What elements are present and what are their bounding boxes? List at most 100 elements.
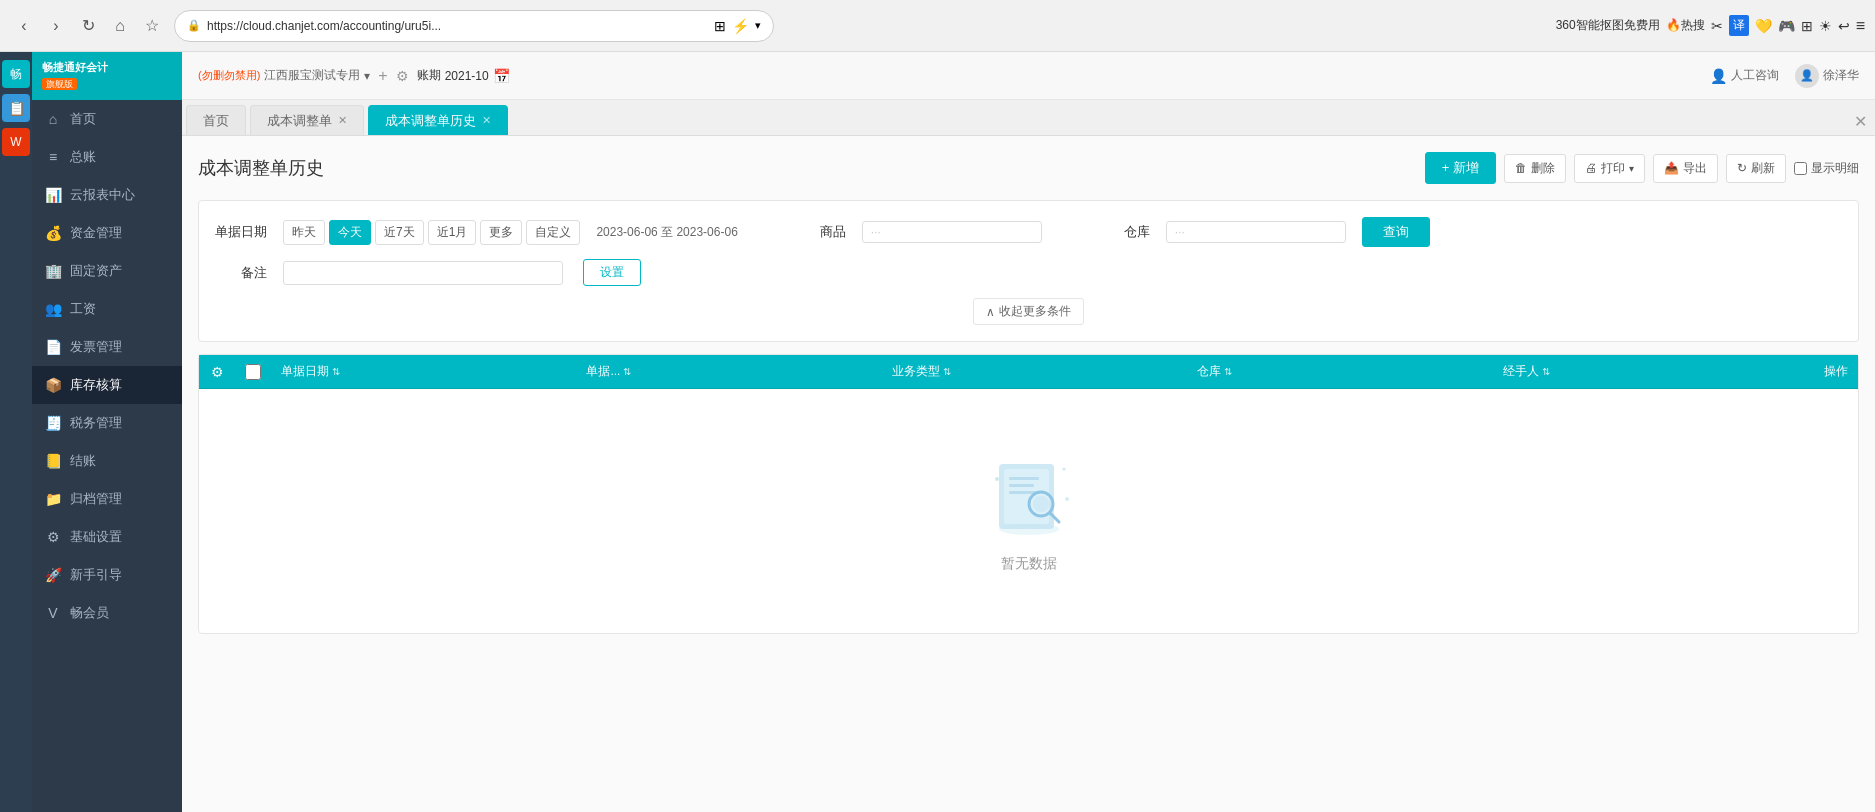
sidebar-item-tax[interactable]: 🧾 税务管理 [32, 404, 182, 442]
iconbar-item-2[interactable]: 📋 [2, 94, 30, 122]
tab-cost-adjustment[interactable]: 成本调整单 ✕ [250, 105, 364, 135]
empty-svg [979, 449, 1079, 539]
warehouse-filter-dots: ··· [1175, 225, 1185, 239]
sidebar-label-tax: 税务管理 [70, 414, 122, 432]
table-settings-icon[interactable]: ⚙ [207, 359, 227, 385]
company-warning: (勿删勿禁用) [198, 68, 260, 83]
goods-filter-input[interactable]: ··· [862, 221, 1042, 243]
delete-button[interactable]: 🗑 删除 [1504, 154, 1566, 183]
filter-area: 单据日期 昨天 今天 近7天 近1月 更多 自定义 2023-06-06 至 2… [198, 200, 1859, 342]
inventory-icon: 📦 [44, 377, 62, 393]
address-bar[interactable]: 🔒 https://cloud.chanjet.com/accounting/u… [174, 10, 774, 42]
lightning-icon: ⚡ [732, 18, 749, 34]
brightness-icon: ☀ [1819, 18, 1832, 34]
date-btn-7days[interactable]: 近7天 [375, 220, 424, 245]
sidebar-badge: 旗舰版 [42, 78, 77, 90]
search-button[interactable]: 查询 [1362, 217, 1430, 247]
show-cols-checkbox[interactable] [1794, 162, 1807, 175]
add-company-btn[interactable]: + [378, 67, 387, 85]
date-btn-today[interactable]: 今天 [329, 220, 371, 245]
svg-point-7 [1033, 496, 1049, 512]
sidebar-item-settings[interactable]: ⚙ 基础设置 [32, 518, 182, 556]
salary-icon: 👥 [44, 301, 62, 317]
user-profile-btn[interactable]: 👤 徐泽华 [1795, 64, 1859, 88]
th-actions-label: 操作 [1824, 363, 1848, 380]
th-doc-no-sort-icon: ⇅ [623, 366, 631, 377]
cut-icon: ✂ [1711, 18, 1723, 34]
archive-icon: 📁 [44, 491, 62, 507]
sidebar-item-invoice[interactable]: 📄 发票管理 [32, 328, 182, 366]
settings-btn[interactable]: 设置 [583, 259, 641, 286]
sidebar-label-fund: 资金管理 [70, 224, 122, 242]
settings-gear-icon[interactable]: ⚙ [396, 68, 409, 84]
remark-filter-label: 备注 [215, 264, 267, 282]
sidebar-item-salary[interactable]: 👥 工资 [32, 290, 182, 328]
sidebar-label-invoice: 发票管理 [70, 338, 122, 356]
collapse-button[interactable]: ∧ 收起更多条件 [973, 298, 1084, 325]
filter-row-remark: 备注 设置 [215, 259, 1842, 286]
sidebar-label-archive: 归档管理 [70, 490, 122, 508]
refresh-icon: ↻ [1737, 161, 1747, 175]
iconbar-item-3[interactable]: W [2, 128, 30, 156]
tab-cost-adjustment-history-close-icon[interactable]: ✕ [482, 114, 491, 127]
tab-cost-adjustment-history[interactable]: 成本调整单历史 ✕ [368, 105, 508, 135]
th-biz-type[interactable]: 业务类型 ⇅ [882, 355, 1187, 388]
refresh-button[interactable]: ↻ [74, 12, 102, 40]
date-btn-yesterday[interactable]: 昨天 [283, 220, 325, 245]
collapse-label: 收起更多条件 [999, 303, 1071, 320]
search-text: 360智能抠图免费用 [1556, 17, 1660, 34]
date-btn-1month[interactable]: 近1月 [428, 220, 477, 245]
sidebar-label-salary: 工资 [70, 300, 96, 318]
sidebar-item-guide[interactable]: 🚀 新手引导 [32, 556, 182, 594]
user-service-icon: 👤 [1710, 68, 1727, 84]
star-button[interactable]: ☆ [138, 12, 166, 40]
close-all-btn[interactable]: ✕ [1854, 112, 1867, 135]
print-label: 打印 [1601, 160, 1625, 177]
th-date[interactable]: 单据日期 ⇅ [271, 355, 576, 388]
sidebar-item-ledger[interactable]: ≡ 总账 [32, 138, 182, 176]
topbar: (勿删勿禁用) 江西服宝测试专用 ▾ + ⚙ 账期 2021-10 📅 👤 人工… [182, 52, 1875, 100]
sidebar-item-inventory[interactable]: 📦 库存核算 [32, 366, 182, 404]
th-handler[interactable]: 经手人 ⇅ [1493, 355, 1798, 388]
browser-chrome: ‹ › ↻ ⌂ ☆ 🔒 https://cloud.chanjet.com/ac… [0, 0, 1875, 52]
sidebar-item-assets[interactable]: 🏢 固定资产 [32, 252, 182, 290]
th-doc-no[interactable]: 单据... ⇅ [576, 355, 881, 388]
sidebar-item-fund[interactable]: 💰 资金管理 [32, 214, 182, 252]
logo-text-line1: 畅捷通好会计 [42, 61, 108, 74]
back-button[interactable]: ‹ [10, 12, 38, 40]
tab-cost-adjustment-history-label: 成本调整单历史 [385, 112, 476, 130]
sidebar-item-home[interactable]: ⌂ 首页 [32, 100, 182, 138]
sidebar-item-closing[interactable]: 📒 结账 [32, 442, 182, 480]
new-button[interactable]: + 新增 [1425, 152, 1496, 184]
ledger-icon: ≡ [44, 149, 62, 165]
warehouse-filter-input[interactable]: ··· [1166, 221, 1346, 243]
iconbar-item-1[interactable]: 畅 [2, 60, 30, 88]
print-button[interactable]: 🖨 打印 ▾ [1574, 154, 1645, 183]
table-container: ⚙ 单据日期 ⇅ 单据... ⇅ 业务类型 ⇅ [198, 354, 1859, 634]
show-cols-checkbox-area[interactable]: 显示明细 [1794, 160, 1859, 177]
show-cols-label: 显示明细 [1811, 160, 1859, 177]
sidebar-item-vip[interactable]: V 畅会员 [32, 594, 182, 632]
delete-label: 删除 [1531, 160, 1555, 177]
sidebar-item-archive[interactable]: 📁 归档管理 [32, 480, 182, 518]
tab-home[interactable]: 首页 [186, 105, 246, 135]
user-service-btn[interactable]: 👤 人工咨询 [1710, 67, 1779, 84]
th-warehouse[interactable]: 仓库 ⇅ [1187, 355, 1492, 388]
th-handler-sort-icon: ⇅ [1542, 366, 1550, 377]
date-btn-more[interactable]: 更多 [480, 220, 522, 245]
home-button[interactable]: ⌂ [106, 12, 134, 40]
translate-icon: 译 [1729, 15, 1749, 36]
table-select-all-checkbox[interactable] [245, 364, 261, 380]
delete-icon: 🗑 [1515, 161, 1527, 175]
company-selector[interactable]: (勿删勿禁用) 江西服宝测试专用 ▾ [198, 67, 370, 84]
remark-filter-input[interactable] [283, 261, 563, 285]
export-label: 导出 [1683, 160, 1707, 177]
tab-cost-adjustment-close-icon[interactable]: ✕ [338, 114, 347, 127]
forward-button[interactable]: › [42, 12, 70, 40]
export-button[interactable]: 📤 导出 [1653, 154, 1718, 183]
refresh-button[interactable]: ↻ 刷新 [1726, 154, 1786, 183]
date-btn-custom[interactable]: 自定义 [526, 220, 580, 245]
sidebar-item-report[interactable]: 📊 云报表中心 [32, 176, 182, 214]
calendar-icon[interactable]: 📅 [493, 68, 510, 84]
period-value: 2021-10 [445, 69, 489, 83]
